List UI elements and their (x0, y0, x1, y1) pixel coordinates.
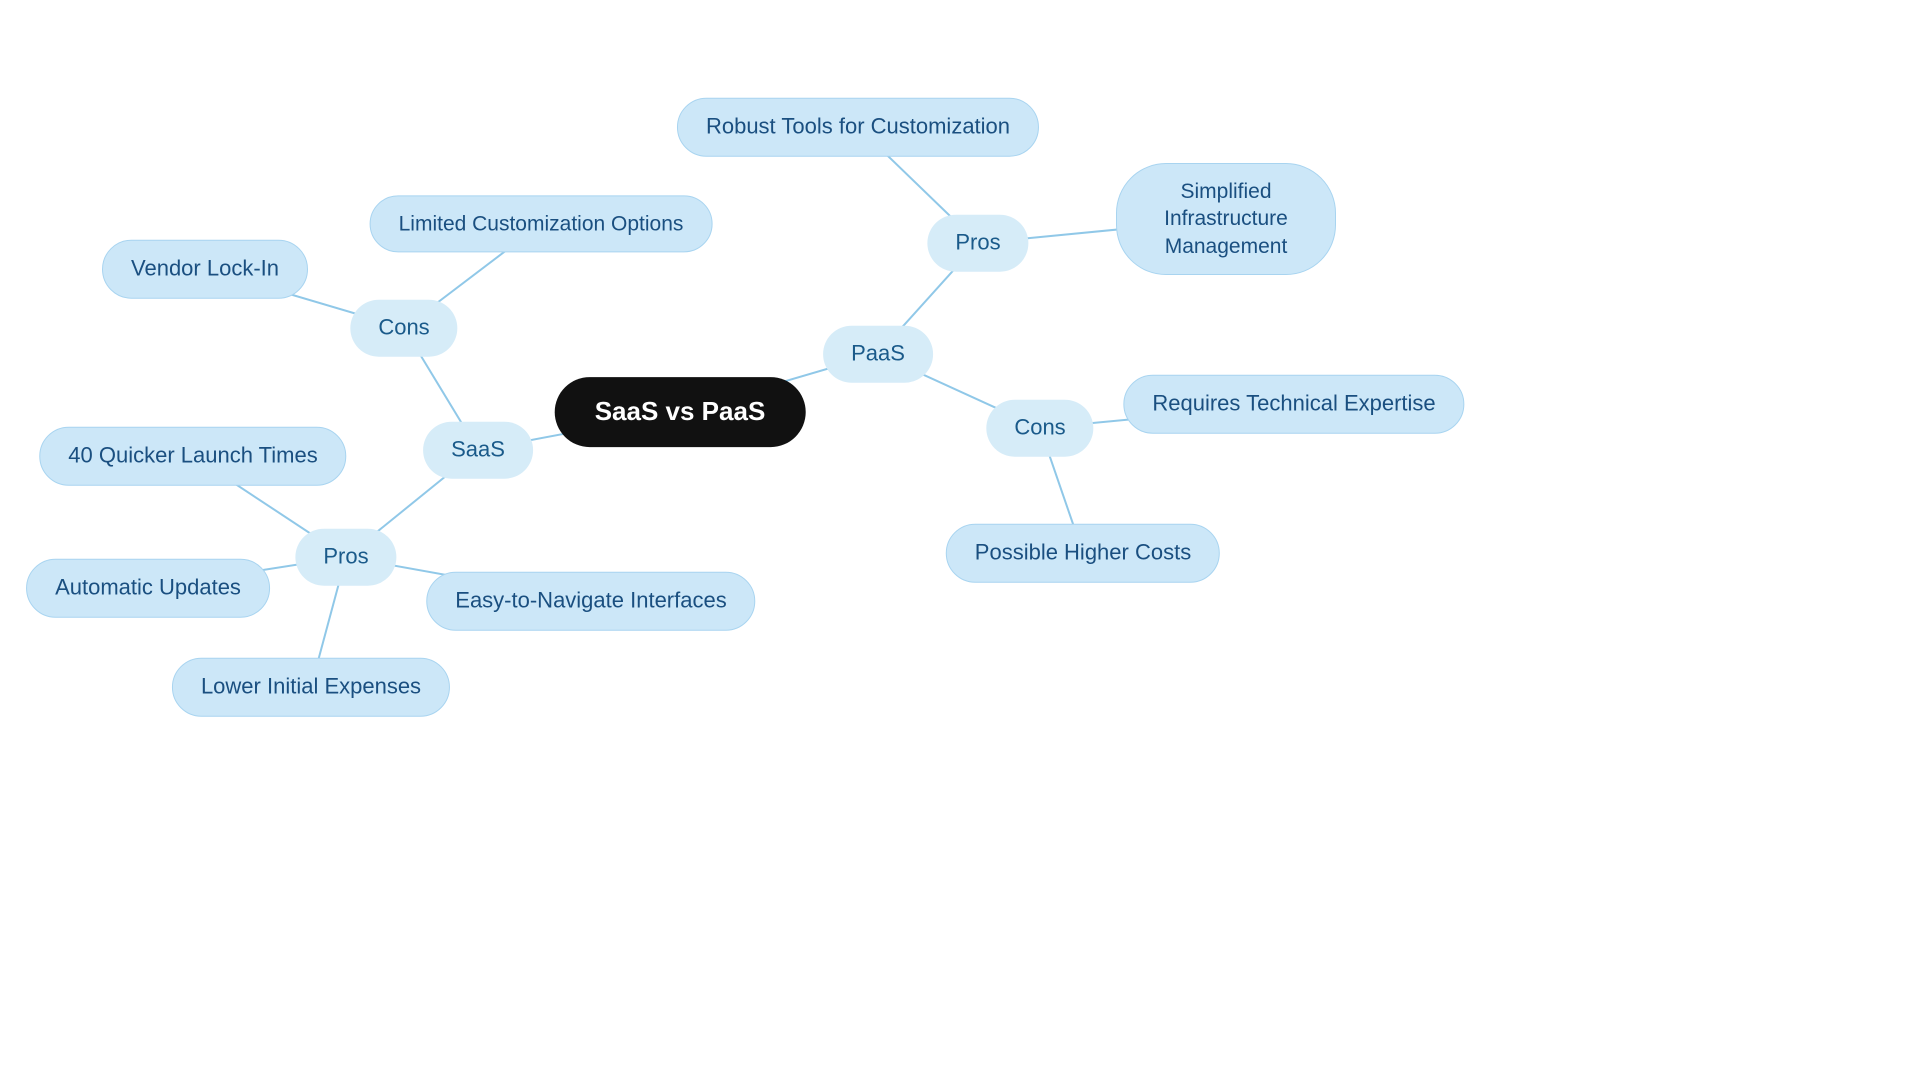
center-node: SaaS vs PaaS (555, 377, 806, 447)
possible-higher-node: Possible Higher Costs (946, 524, 1220, 583)
limited-customization-node: Limited Customization Options (370, 195, 713, 252)
paas-pros-node: Pros (927, 215, 1028, 272)
simplified-infra-node: Simplified Infrastructure Management (1116, 163, 1336, 275)
automatic-updates-node: Automatic Updates (26, 559, 270, 618)
requires-tech-node: Requires Technical Expertise (1123, 375, 1464, 434)
lower-expenses-node: Lower Initial Expenses (172, 658, 450, 717)
saas-node: SaaS (423, 422, 533, 479)
saas-cons-node: Cons (350, 300, 457, 357)
robust-tools-node: Robust Tools for Customization (677, 98, 1039, 157)
vendor-lockin-node: Vendor Lock-In (102, 240, 308, 299)
saas-pros-node: Pros (295, 529, 396, 586)
quicker-launch-node: 40 Quicker Launch Times (39, 427, 346, 486)
easy-navigate-node: Easy-to-Navigate Interfaces (426, 572, 755, 631)
paas-cons-node: Cons (986, 400, 1093, 457)
paas-node: PaaS (823, 326, 933, 383)
